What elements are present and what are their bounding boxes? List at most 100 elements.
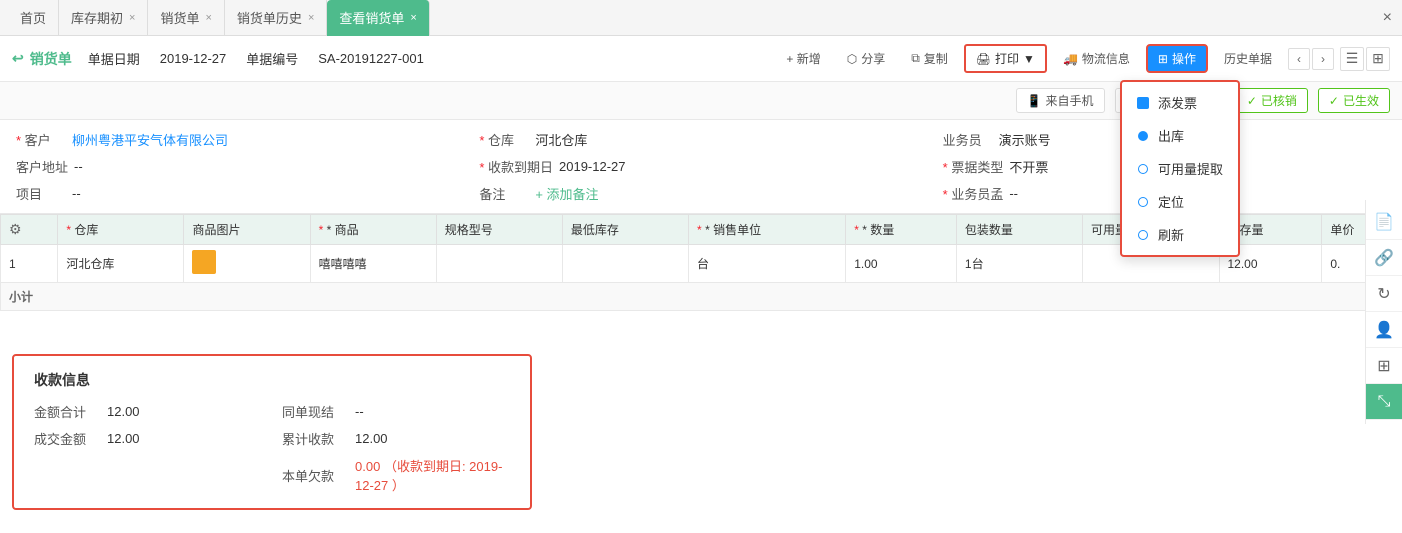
col-pack-qty: 包装数量 [956,215,1082,245]
date-label: 单据日期 [88,49,140,68]
sync-icon[interactable]: ↻ [1366,276,1402,312]
number-label: 单据编号 [246,49,298,68]
next-button[interactable]: › [1312,48,1334,70]
tab-close-history[interactable]: × [308,12,314,24]
row-min-stock [562,245,688,283]
tab-view-sales[interactable]: 查看销货单 × [327,0,429,36]
same-order-value: -- [355,404,364,419]
same-order-label: 同单现结 [282,402,347,421]
truck-icon: 🚚 [1063,52,1078,66]
user-icon[interactable]: 👤 [1366,312,1402,348]
refresh-item[interactable]: 刷新 [1122,218,1238,251]
arrears-label: 本单欠款 [282,466,347,485]
tab-inventory-init[interactable]: 库存期初 × [59,0,148,36]
product-image [192,250,216,274]
row-spec [436,245,562,283]
add-invoice-icon [1136,96,1150,110]
outbound-item[interactable]: 出库 [1122,119,1238,152]
project-row: 项目 -- [16,184,459,203]
locate-item[interactable]: 定位 [1122,185,1238,218]
address-row: 客户地址 -- [16,157,459,176]
cumulative-value: 12.00 [355,431,388,446]
effective-icon: ✓ [1329,94,1339,108]
operation-button[interactable]: ⊞ 操作 [1146,44,1208,73]
row-quantity: 1.00 [846,245,957,283]
row-sales-unit: 台 [689,245,846,283]
doc-icon[interactable]: 📄 [1366,204,1402,240]
doc-header: ↩ 销货单 单据日期 2019-12-27 单据编号 SA-20191227-0… [0,36,1402,82]
refresh-icon [1136,228,1150,242]
warehouse-label: 仓库 [479,130,529,149]
payment-date-value: 2019-12-27 [559,159,626,174]
print-icon: 🖨 [976,52,991,66]
data-icon[interactable]: ⊞ [1366,348,1402,384]
address-value: -- [74,159,83,174]
tab-close-sales[interactable]: × [205,12,211,24]
col-quantity: * 数量 [846,215,957,245]
window-close-button[interactable]: × [1383,9,1392,27]
doc-type-label: 销货单 [30,49,72,69]
outbound-icon [1136,129,1150,143]
staff2-label: 业务员孟 [943,184,1004,203]
transaction-row: 成交金额 12.00 [34,429,262,448]
tab-close-view-sales[interactable]: × [410,12,416,24]
tab-home[interactable]: 首页 [8,0,59,36]
staff2-value: -- [1009,186,1018,201]
copy-button[interactable]: ⧉ 复制 [901,46,958,71]
operation-dropdown: 添发票 出库 可用量提取 [1120,80,1240,257]
row-index: 1 [1,245,58,283]
note-add-link[interactable]: + 添加备注 [535,184,598,203]
customer-row: 客户 柳州粤港平安气体有限公司 [16,130,459,149]
add-invoice-item[interactable]: 添发票 [1122,86,1238,119]
project-value: -- [72,186,81,201]
link-icon[interactable]: 🔗 [1366,240,1402,276]
number-value: SA-20191227-001 [318,51,424,66]
subtotal-label: 小计 [1,283,1402,311]
total-row: 金额合计 12.00 [34,402,262,421]
sold-button[interactable]: ✓ 已核销 [1236,88,1308,113]
cumulative-row: 累计收款 12.00 [282,429,510,448]
new-button[interactable]: + 新增 [776,46,830,71]
row-product-img [184,245,310,283]
arrears-row: 本单欠款 0.00 （收款到期日: 2019-12-27 ） [282,456,510,494]
customer-value[interactable]: 柳州粤港平安气体有限公司 [72,130,228,149]
from-phone-button[interactable]: 📱 来自手机 [1016,88,1105,113]
staff-value: 演示账号 [999,130,1051,149]
tab-close-inventory[interactable]: × [129,12,135,24]
payment-grid: 金额合计 12.00 同单现结 -- 成交金额 12.00 累计收款 12.00… [34,402,510,494]
date-value: 2019-12-27 [160,51,227,66]
transaction-value: 12.00 [107,431,140,446]
warehouse-value: 河北仓库 [535,130,587,149]
prev-button[interactable]: ‹ [1288,48,1310,70]
ticket-value: 不开票 [1009,157,1048,176]
subtotal-row: 小计 [1,283,1402,311]
total-label: 金额合计 [34,402,99,421]
warehouse-row: 仓库 河北仓库 [479,130,922,149]
staff-label: 业务员 [943,130,993,149]
logistics-button[interactable]: 🚚 物流信息 [1053,46,1140,71]
col-product: * 商品 [310,215,436,245]
col-spec: 规格型号 [436,215,562,245]
col-product-img: 商品图片 [184,215,310,245]
effective-button[interactable]: ✓ 已生效 [1318,88,1390,113]
history-button[interactable]: 历史单据 [1214,46,1282,71]
grid-view-button[interactable]: ⊞ [1366,47,1390,71]
main-container: ↩ 销货单 单据日期 2019-12-27 单据编号 SA-20191227-0… [0,36,1402,533]
copy-icon: ⧉ [911,51,920,66]
share-icon: ⬡ [847,52,857,66]
payment-section: 收款信息 金额合计 12.00 同单现结 -- 成交金额 12.00 累计收款 … [12,354,532,510]
available-qty-item[interactable]: 可用量提取 [1122,152,1238,185]
share-button[interactable]: ⬡ 分享 [837,46,896,71]
payment-date-label: 收款到期日 [479,157,553,176]
tab-sales-history[interactable]: 销货单历史 × [225,0,327,36]
col-warehouse: 仓库 [58,215,184,245]
fullscreen-icon[interactable]: ⤡ [1366,384,1402,420]
tab-sales-order[interactable]: 销货单 × [148,0,224,36]
col-min-stock: 最低库存 [562,215,688,245]
list-view-button[interactable]: ☰ [1340,47,1364,71]
doc-meta: 单据日期 2019-12-27 单据编号 SA-20191227-001 [88,49,424,68]
customer-label: 客户 [16,130,66,149]
row-pack-qty: 1台 [956,245,1082,283]
print-button[interactable]: 🖨 打印 ▼ [964,44,1047,73]
col-setting[interactable]: ⚙ [1,215,58,245]
